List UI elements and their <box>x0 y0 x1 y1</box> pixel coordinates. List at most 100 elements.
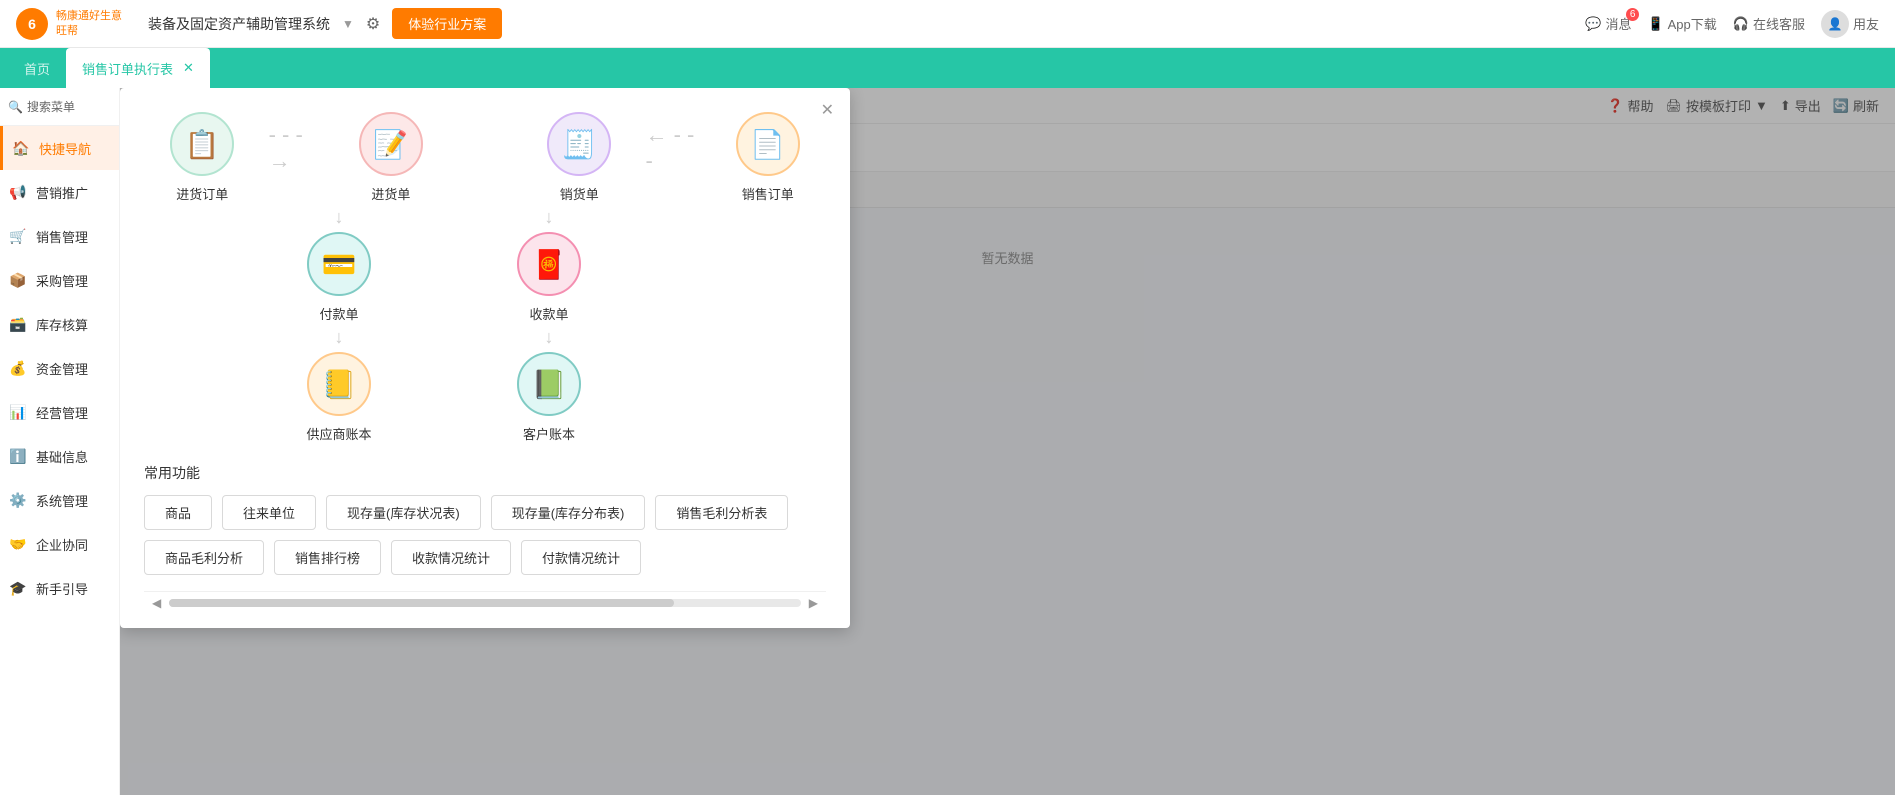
logo-text: 畅康通好生意 旺帮 <box>56 9 122 38</box>
flow-diagram: 📋 进货订单 - - - → 📝 <box>144 112 826 443</box>
logo-icon: 6 <box>16 8 48 40</box>
func-btn-stock-dist[interactable]: 现存量(库存分布表) <box>491 495 646 530</box>
sidebar-item-enterprise[interactable]: 🤝 企业协同 <box>0 522 119 566</box>
tab-close-icon[interactable]: ✕ <box>183 60 194 76</box>
arrow-left-1: ← - - - <box>646 122 702 174</box>
sidebar-search[interactable]: 🔍 搜索菜单 <box>0 88 119 126</box>
header-right: 💬 消息 6 📱 App下载 🎧 在线客服 👤 用友 <box>1585 10 1879 38</box>
func-btn-sales-gross[interactable]: 销售毛利分析表 <box>655 495 788 530</box>
scroll-right-icon[interactable]: ▶ <box>809 596 818 610</box>
supplier-account-label: 供应商账本 <box>306 424 371 443</box>
sidebar-item-operations[interactable]: 📊 经营管理 <box>0 390 119 434</box>
basic-info-icon: ℹ️ <box>8 446 28 466</box>
receipt-bill-label: 收款单 <box>529 304 568 323</box>
enterprise-icon: 🤝 <box>8 534 28 554</box>
sidebar-item-marketing[interactable]: 📢 营销推广 <box>0 170 119 214</box>
customer-account-circle: 📗 <box>517 352 581 416</box>
service-icon: 🎧 <box>1733 16 1749 32</box>
scroll-thumb <box>169 599 674 607</box>
sidebar-item-finance[interactable]: 💰 资金管理 <box>0 346 119 390</box>
func-btn-sales-rank[interactable]: 销售排行榜 <box>274 540 381 575</box>
settings-icon[interactable]: ⚙ <box>366 14 380 34</box>
common-functions-title: 常用功能 <box>144 463 826 483</box>
marketing-icon: 📢 <box>8 182 28 202</box>
home-icon: 🏠 <box>11 138 31 158</box>
user-action[interactable]: 👤 用友 <box>1821 10 1879 38</box>
scroll-left-icon[interactable]: ◀ <box>152 596 161 610</box>
flow-node-purchase-bill[interactable]: 📝 进货单 <box>333 112 450 203</box>
func-btn-product[interactable]: 商品 <box>144 495 212 530</box>
tab-bar: 首页 销售订单执行表 ✕ <box>0 48 1895 88</box>
arrow-down-4: ↓ <box>484 327 614 348</box>
system-title: 装备及固定资产辅助管理系统 <box>148 14 330 34</box>
tab-home[interactable]: 首页 <box>8 48 66 88</box>
modal-close-button[interactable]: ✕ <box>821 100 834 120</box>
trial-button[interactable]: 体验行业方案 <box>392 8 502 39</box>
download-icon: 📱 <box>1647 16 1663 32</box>
purchase-bill-circle: 📝 <box>359 112 423 176</box>
newbie-icon: 🎓 <box>8 578 28 598</box>
tab-sales-order-exec[interactable]: 销售订单执行表 ✕ <box>66 48 210 88</box>
supplier-account-circle: 📒 <box>307 352 371 416</box>
user-avatar: 👤 <box>1821 10 1849 38</box>
arrow-down-2: ↓ <box>484 207 614 228</box>
receipt-bill-circle: 🧧 <box>517 232 581 296</box>
sidebar-item-purchase[interactable]: 📦 采购管理 <box>0 258 119 302</box>
func-btn-receipt-stats[interactable]: 收款情况统计 <box>391 540 511 575</box>
logo-area: 6 畅康通好生意 旺帮 <box>16 8 136 40</box>
flow-node-customer-account[interactable]: 📗 客户账本 <box>484 352 614 443</box>
purchase-icon: 📦 <box>8 270 28 290</box>
message-badge: 6 <box>1626 8 1640 21</box>
sidebar-item-inventory[interactable]: 🗃️ 库存核算 <box>0 302 119 346</box>
arrow-right-1: - - - → <box>269 122 325 174</box>
flow-node-sales-order[interactable]: 📄 销售订单 <box>709 112 826 203</box>
modal: ✕ 📋 进货订单 - - - → <box>120 88 850 628</box>
search-icon: 🔍 <box>8 100 23 114</box>
func-btn-product-gross[interactable]: 商品毛利分析 <box>144 540 264 575</box>
top-header: 6 畅康通好生意 旺帮 装备及固定资产辅助管理系统 ▼ ⚙ 体验行业方案 💬 消… <box>0 0 1895 48</box>
func-btn-counterpart[interactable]: 往来单位 <box>222 495 316 530</box>
flow-node-supplier-account[interactable]: 📒 供应商账本 <box>274 352 404 443</box>
system-icon: ⚙️ <box>8 490 28 510</box>
scroll-bar-row: ◀ ▶ <box>144 591 826 614</box>
sidebar-item-sales[interactable]: 🛒 销售管理 <box>0 214 119 258</box>
main-layout: 🔍 搜索菜单 🏠 快捷导航 📢 营销推广 🛒 销售管理 📦 采购管理 🗃️ 库存… <box>0 88 1895 795</box>
sales-icon: 🛒 <box>8 226 28 246</box>
sales-bill-circle: 🧾 <box>547 112 611 176</box>
func-button-grid: 商品 往来单位 现存量(库存状况表) 现存量(库存分布表) 销售毛利分析表 商品… <box>144 495 826 575</box>
modal-overlay: ✕ 📋 进货订单 - - - → <box>120 88 1895 795</box>
arrow-down-3: ↓ <box>274 327 404 348</box>
purchase-order-label: 进货订单 <box>176 184 228 203</box>
sidebar-item-system[interactable]: ⚙️ 系统管理 <box>0 478 119 522</box>
dropdown-icon[interactable]: ▼ <box>342 17 354 31</box>
flow-node-sales-bill[interactable]: 🧾 销货单 <box>521 112 638 203</box>
app-download-action[interactable]: 📱 App下载 <box>1647 14 1716 33</box>
customer-account-label: 客户账本 <box>523 424 575 443</box>
message-icon: 💬 <box>1585 16 1601 32</box>
flow-node-purchase-order[interactable]: 📋 进货订单 <box>144 112 261 203</box>
online-service-action[interactable]: 🎧 在线客服 <box>1733 14 1805 33</box>
func-btn-stock-status[interactable]: 现存量(库存状况表) <box>326 495 481 530</box>
purchase-bill-label: 进货单 <box>371 184 410 203</box>
flow-node-payment-bill[interactable]: 💳 付款单 <box>274 232 404 323</box>
purchase-order-circle: 📋 <box>170 112 234 176</box>
flow-node-receipt-bill[interactable]: 🧧 收款单 <box>484 232 614 323</box>
inventory-icon: 🗃️ <box>8 314 28 334</box>
func-btn-payment-stats[interactable]: 付款情况统计 <box>521 540 641 575</box>
arrow-down-1: ↓ <box>274 207 404 228</box>
content-area: ❓ 帮助 🖨 按模板打印 ▼ ⬆ 导出 🔄 刷新 📅 单据状态 <box>120 88 1895 795</box>
payment-bill-circle: 💳 <box>307 232 371 296</box>
sales-order-circle: 📄 <box>736 112 800 176</box>
finance-icon: 💰 <box>8 358 28 378</box>
common-functions-section: 常用功能 商品 往来单位 现存量(库存状况表) 现存量(库存分布表) 销售毛利分… <box>144 463 826 575</box>
sidebar-item-newbie[interactable]: 🎓 新手引导 <box>0 566 119 610</box>
operations-icon: 📊 <box>8 402 28 422</box>
sidebar-item-basic-info[interactable]: ℹ️ 基础信息 <box>0 434 119 478</box>
payment-bill-label: 付款单 <box>319 304 358 323</box>
sidebar: 🔍 搜索菜单 🏠 快捷导航 📢 营销推广 🛒 销售管理 📦 采购管理 🗃️ 库存… <box>0 88 120 795</box>
scroll-track <box>169 599 801 607</box>
sidebar-item-quick-nav[interactable]: 🏠 快捷导航 <box>0 126 119 170</box>
sales-order-label: 销售订单 <box>742 184 794 203</box>
message-action[interactable]: 💬 消息 6 <box>1585 14 1631 33</box>
sales-bill-label: 销货单 <box>560 184 599 203</box>
